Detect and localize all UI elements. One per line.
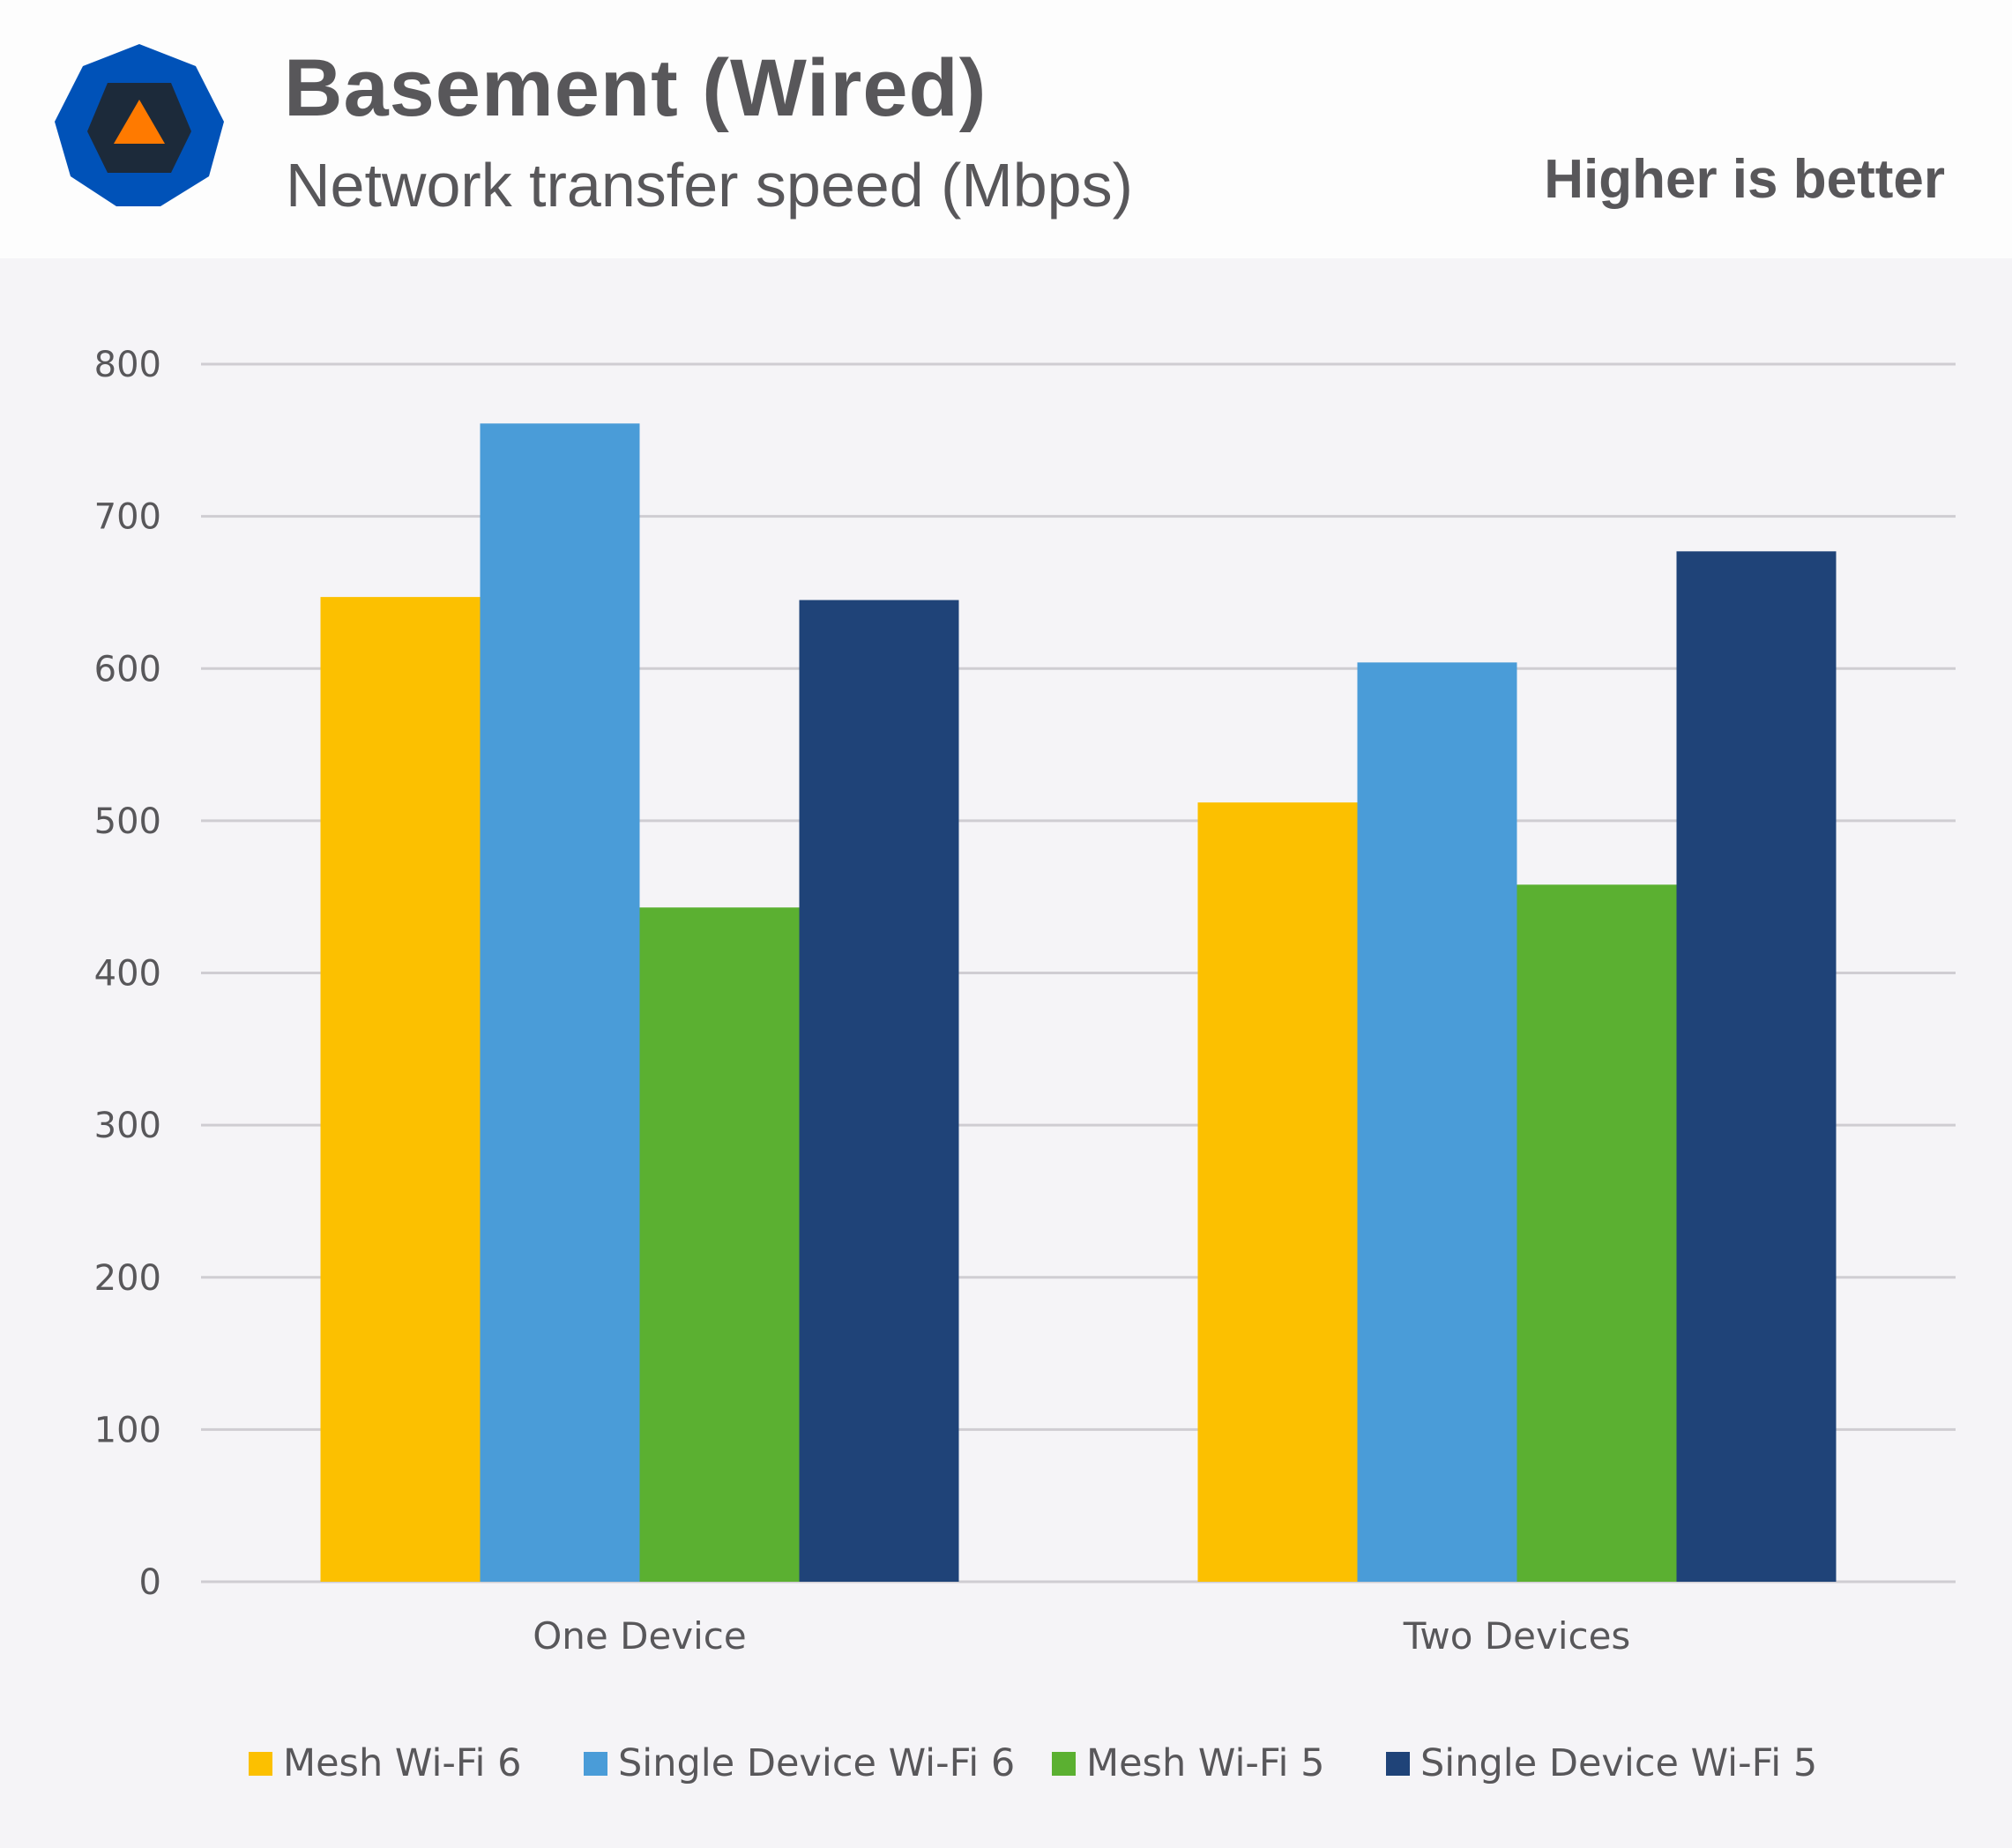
x-category-label: One Device [533, 1614, 747, 1658]
bar-single-device-wi-fi-6-two-devices [1357, 662, 1517, 1582]
chart-title: Basement (Wired) [284, 43, 987, 133]
legend-swatch [584, 1751, 607, 1776]
legend-item: Mesh Wi-Fi 5 [1052, 1741, 1325, 1785]
legend-label: Single Device Wi-Fi 5 [1420, 1741, 1818, 1785]
y-tick-label: 500 [94, 801, 161, 842]
y-tick-label: 200 [94, 1258, 161, 1299]
bar-mesh-wi-fi-5-two-devices [1516, 884, 1677, 1582]
y-tick-label: 800 [94, 345, 161, 385]
legend-label: Mesh Wi-Fi 5 [1086, 1741, 1325, 1785]
legend-label: Mesh Wi-Fi 6 [283, 1741, 522, 1785]
legend-item: Single Device Wi-Fi 6 [584, 1741, 1015, 1785]
legend-swatch [1386, 1751, 1410, 1776]
legend-swatch [249, 1751, 272, 1776]
bar-mesh-wi-fi-5-one-device [639, 907, 800, 1582]
legend: Mesh Wi-Fi 6 Single Device Wi-Fi 6 Mesh Wi… [0, 1741, 2012, 1794]
legend-item: Mesh Wi-Fi 6 [249, 1741, 522, 1785]
bar-chart: 0 100 200 300 400 500 600 700 800 One Device Two … [94, 345, 1956, 1658]
y-tick-label: 400 [94, 954, 161, 995]
x-axis-categories: One Device Two Devices [533, 1614, 1630, 1658]
chart-subtitle: Network transfer speed (Mbps) [286, 151, 1133, 220]
y-tick-label: 300 [94, 1106, 161, 1146]
chart-header: Basement (Wired) Network transfer speed … [0, 0, 2012, 258]
x-category-label: Two Devices [1403, 1614, 1631, 1658]
legend-item: Single Device Wi-Fi 5 [1386, 1741, 1817, 1785]
y-tick-label: 100 [94, 1410, 161, 1450]
y-tick-label: 0 [139, 1562, 161, 1603]
higher-is-better-note: Higher is better [1544, 149, 1945, 210]
bar-mesh-wi-fi-6-one-device [320, 597, 481, 1582]
bar-single-device-wi-fi-6-one-device [480, 423, 640, 1582]
logo-icon [55, 44, 224, 206]
y-axis-ticks: 0 100 200 300 400 500 600 700 800 [94, 345, 161, 1603]
legend-swatch [1052, 1751, 1076, 1776]
bar-single-device-wi-fi-5-one-device [799, 600, 959, 1582]
y-tick-label: 600 [94, 649, 161, 689]
y-tick-label: 700 [94, 497, 161, 538]
bar-mesh-wi-fi-6-two-devices [1197, 802, 1358, 1582]
legend-label: Single Device Wi-Fi 6 [618, 1741, 1016, 1785]
bars [320, 423, 1837, 1582]
bar-single-device-wi-fi-5-two-devices [1676, 551, 1837, 1582]
